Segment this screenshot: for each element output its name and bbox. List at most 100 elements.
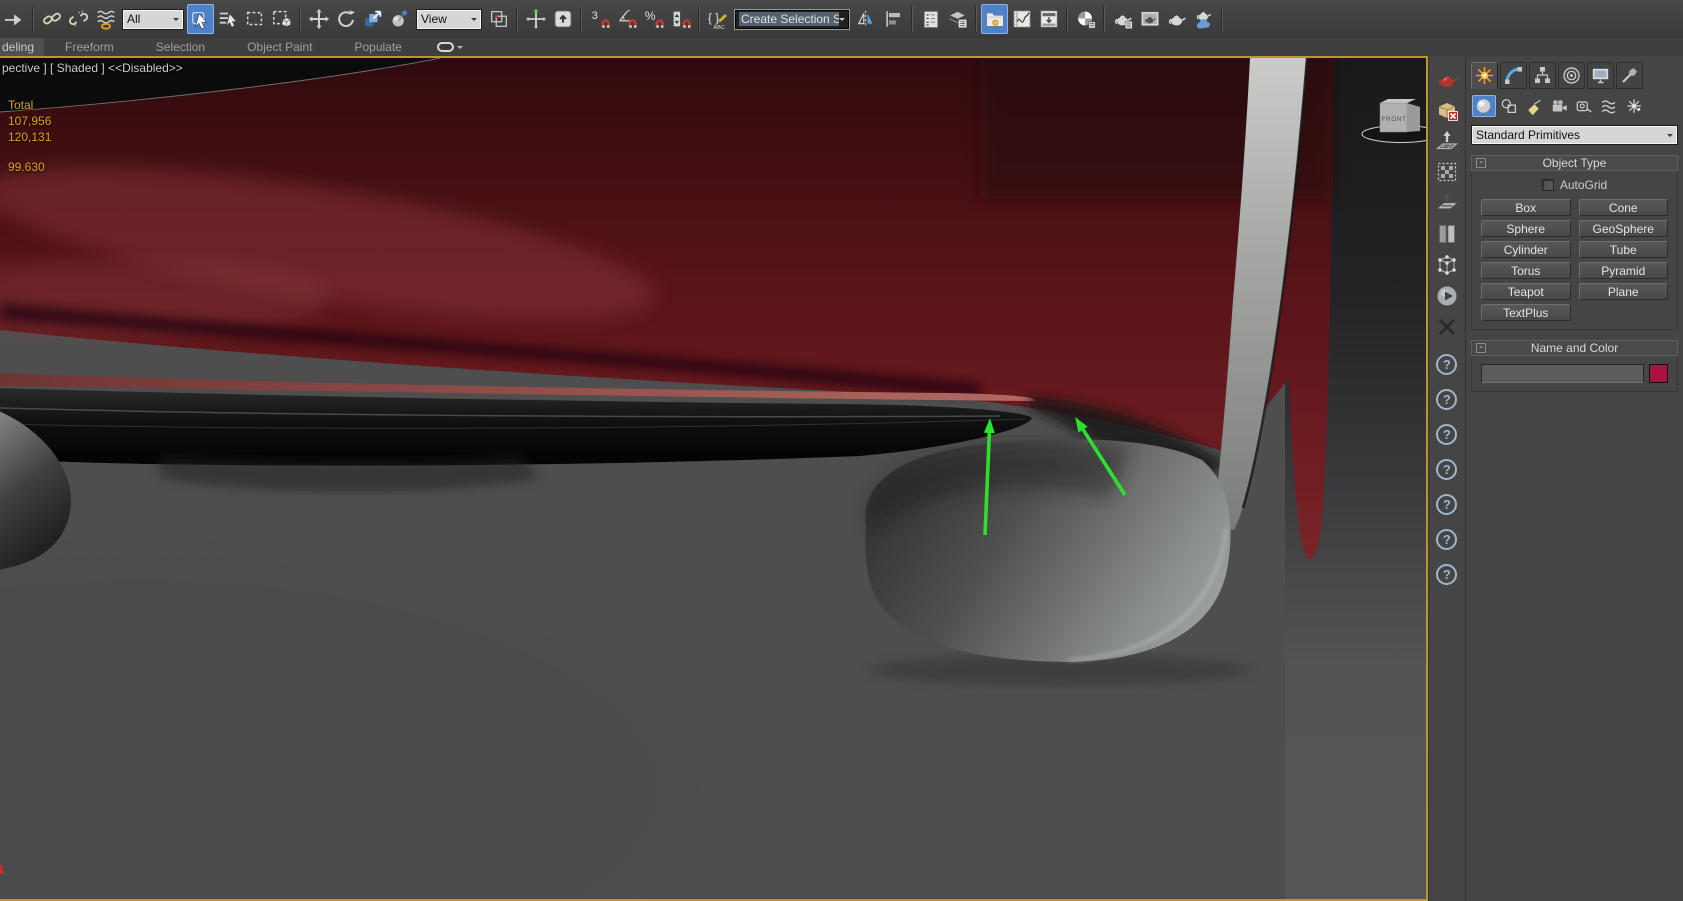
viewcube-front-label: FRONT — [1382, 116, 1407, 123]
collapse-icon[interactable]: - — [1476, 158, 1486, 168]
perspective-viewport[interactable]: FRONT pective ] [ Shaded ] <<Disabled>> … — [0, 56, 1428, 901]
3dsmax-window: All View 3% { } ABC Create Selection Se delin… — [0, 0, 1683, 901]
close-x-button[interactable] — [1433, 314, 1461, 340]
name-color-rollout-header[interactable]: - Name and Color — [1471, 340, 1678, 356]
select-by-name-button[interactable] — [214, 4, 241, 34]
ribbon-tab-object-paint[interactable]: Object Paint — [226, 38, 333, 56]
object-name-input[interactable] — [1481, 364, 1644, 383]
displace-plane-button[interactable] — [1433, 190, 1461, 216]
ribbon-tab-freeform[interactable]: Freeform — [44, 38, 135, 56]
teapot-button[interactable] — [1433, 66, 1461, 92]
ribbon-tab-deling[interactable]: deling — [0, 38, 45, 56]
viewport-canvas[interactable]: FRONT — [0, 58, 1428, 899]
toggle-scene-explorer-button[interactable] — [917, 4, 944, 34]
help-icon[interactable]: ? — [1436, 494, 1458, 515]
rendered-frame-window-button[interactable] — [1136, 4, 1163, 34]
help-icon[interactable]: ? — [1436, 564, 1458, 585]
stats-verts-value: 120,131 — [8, 130, 52, 144]
teapot-button[interactable]: Teapot — [1481, 283, 1571, 300]
category-helpers[interactable] — [1572, 95, 1596, 117]
category-geometry[interactable] — [1472, 95, 1496, 117]
panels-button[interactable] — [1433, 221, 1461, 247]
render-production-button[interactable] — [1163, 4, 1190, 34]
minimize-ribbon-button[interactable] — [436, 38, 463, 56]
toggle-ribbon-button[interactable] — [981, 4, 1008, 34]
toggle-layer-explorer-button[interactable] — [944, 4, 971, 34]
checker-region-button[interactable] — [1433, 159, 1461, 185]
plane-button[interactable]: Plane — [1578, 283, 1668, 300]
select-object-button[interactable] — [187, 4, 214, 34]
help-icon[interactable]: ? — [1436, 459, 1458, 480]
close-x-icon — [1435, 315, 1459, 339]
rectangular-selection-region-button[interactable] — [241, 4, 268, 34]
category-systems[interactable] — [1622, 95, 1646, 117]
use-pivot-point-center-button[interactable] — [485, 4, 512, 34]
box-button[interactable]: Box — [1481, 199, 1571, 216]
object-color-swatch[interactable] — [1649, 364, 1668, 383]
keyboard-shortcut-override-toggle-button[interactable] — [549, 4, 576, 34]
collapse-icon[interactable]: - — [1476, 343, 1486, 353]
tab-display[interactable] — [1587, 62, 1614, 89]
object-type-rollout-header[interactable]: - Object Type — [1471, 155, 1678, 171]
geosphere-button[interactable]: GeoSphere — [1578, 220, 1668, 237]
help-icon[interactable]: ? — [1436, 529, 1458, 550]
select-and-move-button[interactable] — [305, 4, 332, 34]
unlink-selection-button[interactable] — [65, 4, 92, 34]
pyramid-button[interactable]: Pyramid — [1578, 262, 1668, 279]
material-editor-button[interactable] — [1072, 4, 1099, 34]
spinner-snap-toggle-button[interactable] — [667, 4, 694, 34]
sphere-button[interactable]: Sphere — [1481, 220, 1571, 237]
named-selection-sets-combo[interactable]: Create Selection Se — [734, 8, 850, 30]
help-icon[interactable]: ? — [1436, 354, 1458, 375]
viewport-label[interactable]: pective ] [ Shaded ] <<Disabled>> — [2, 61, 183, 75]
select-and-place-button[interactable] — [386, 4, 413, 34]
ribbon-tab-selection[interactable]: Selection — [135, 38, 226, 56]
play-sphere-button[interactable] — [1433, 283, 1461, 309]
help-icon[interactable]: ? — [1436, 389, 1458, 410]
primitives-dropdown[interactable]: Standard Primitives — [1471, 125, 1678, 145]
grid-arrow-up-icon — [1435, 129, 1459, 153]
bind-to-space-warp-button[interactable] — [92, 4, 119, 34]
category-cameras[interactable] — [1547, 95, 1571, 117]
redo-button[interactable] — [1, 4, 28, 34]
box-delete-button[interactable] — [1433, 97, 1461, 123]
tab-modify[interactable] — [1500, 62, 1527, 89]
curve-editor-button[interactable] — [1008, 4, 1035, 34]
category-space-warps[interactable] — [1597, 95, 1621, 117]
autogrid-checkbox[interactable] — [1541, 179, 1554, 191]
textplus-button[interactable]: TextPlus — [1481, 304, 1571, 321]
chevron-down-icon — [173, 18, 179, 24]
dope-sheet-button[interactable] — [1035, 4, 1062, 34]
reference-coordinate-system-combo[interactable]: View — [416, 8, 482, 30]
render-in-cloud-button[interactable] — [1190, 4, 1217, 34]
category-lights[interactable] — [1522, 95, 1546, 117]
align-button[interactable] — [880, 4, 907, 34]
percent-snap-toggle-button[interactable]: % — [640, 4, 667, 34]
ribbon-tab-populate[interactable]: Populate — [333, 38, 422, 56]
snaps-toggle-3d-button[interactable]: 3 — [586, 4, 613, 34]
toolbar-separator — [1221, 6, 1223, 32]
select-and-manipulate-button[interactable] — [522, 4, 549, 34]
cone-button[interactable]: Cone — [1578, 199, 1668, 216]
cylinder-button[interactable]: Cylinder — [1481, 241, 1571, 258]
angle-snap-toggle-button[interactable] — [613, 4, 640, 34]
category-shapes[interactable] — [1497, 95, 1521, 117]
lattice-button[interactable] — [1433, 252, 1461, 278]
select-and-rotate-button[interactable] — [332, 4, 359, 34]
selection-filter-combo[interactable]: All — [122, 8, 184, 30]
tab-motion[interactable] — [1558, 62, 1585, 89]
tab-hierarchy[interactable] — [1529, 62, 1556, 89]
tab-utilities[interactable] — [1616, 62, 1643, 89]
tab-create[interactable] — [1471, 62, 1498, 89]
select-and-link-button[interactable] — [38, 4, 65, 34]
select-and-scale-button[interactable] — [359, 4, 386, 34]
chevron-down-icon — [456, 46, 463, 52]
tube-button[interactable]: Tube — [1578, 241, 1668, 258]
render-setup-button[interactable] — [1109, 4, 1136, 34]
help-icon[interactable]: ? — [1436, 424, 1458, 445]
grid-arrow-up-button[interactable] — [1433, 128, 1461, 154]
torus-button[interactable]: Torus — [1481, 262, 1571, 279]
mirror-button[interactable] — [853, 4, 880, 34]
edit-named-selection-sets-button[interactable]: { } ABC — [704, 4, 731, 34]
window-crossing-button[interactable] — [268, 4, 295, 34]
